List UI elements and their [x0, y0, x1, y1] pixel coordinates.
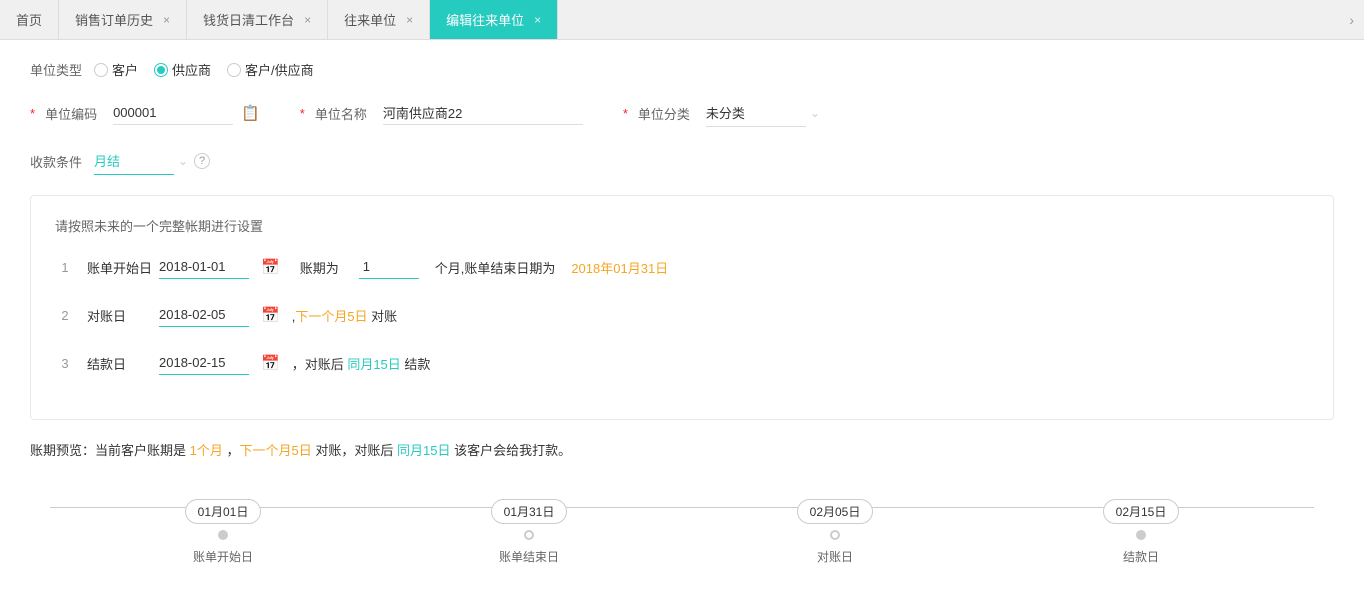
radio-both[interactable]: 客户/供应商 [227, 60, 314, 79]
payment-row: 收款条件 月结 ⌄ ? [30, 147, 1334, 175]
reconcile-date-calendar-icon[interactable]: 📅 [261, 306, 280, 324]
row-number-1: 1 [55, 260, 75, 275]
code-input[interactable] [113, 101, 233, 125]
row-label-3: 结款日 [87, 354, 147, 373]
code-field-group: * 单位编码 📋 [30, 101, 260, 125]
row-number-2: 2 [55, 308, 75, 323]
timeline-date-4: 02月15日 [1103, 499, 1180, 524]
tab-home[interactable]: 首页 [0, 0, 59, 39]
reconcile-hint: ,下一个月5日 对账 [292, 306, 397, 325]
timeline-point-3: 02月05日 对账日 [682, 499, 988, 565]
timeline-point-4: 02月15日 结款日 [988, 499, 1294, 565]
setting-row-2: 2 对账日 📅 ,下一个月5日 对账 [55, 303, 1309, 327]
code-required: * [30, 106, 35, 121]
unit-type-radio-group: 客户 供应商 客户/供应商 [94, 60, 314, 79]
code-name-category-row: * 单位编码 📋 * 单位名称 * 单位分类 未分类 ⌄ [30, 99, 1334, 127]
tab-close-cash-work[interactable]: × [304, 13, 311, 27]
timeline-dot-1 [218, 530, 228, 540]
timeline-dot-3 [830, 530, 840, 540]
preview-after: 该客户会给我打款。 [454, 443, 571, 458]
tab-close-sales-history[interactable]: × [163, 13, 170, 27]
category-field-group: * 单位分类 未分类 ⌄ [623, 99, 820, 127]
radio-label-customer: 客户 [112, 60, 138, 79]
timeline-label-4: 结款日 [1123, 548, 1159, 565]
tab-cash-work[interactable]: 钱货日清工作台 × [187, 0, 328, 39]
settings-box: 请按照未来的一个完整帐期进行设置 1 账单开始日 📅 账期为 个月,账单结束日期… [30, 195, 1334, 420]
timeline-label-2: 账单结束日 [499, 548, 559, 565]
name-field-group: * 单位名称 [300, 101, 583, 125]
timeline-point-2: 01月31日 账单结束日 [376, 499, 682, 565]
tabs-bar: 首页 销售订单历史 × 钱货日清工作台 × 往来单位 × 编辑往来单位 × › [0, 0, 1364, 40]
tab-counterparty[interactable]: 往来单位 × [328, 0, 430, 39]
name-input[interactable] [383, 101, 583, 125]
timeline-container: 01月01日 账单开始日 01月31日 账单结束日 02月05日 对账日 02月… [50, 489, 1314, 565]
radio-supplier[interactable]: 供应商 [154, 60, 211, 79]
timeline-date-2: 01月31日 [491, 499, 568, 524]
end-date-display: 2018年01月31日 [571, 258, 668, 277]
name-required: * [300, 106, 305, 121]
tab-close-counterparty[interactable]: × [406, 13, 413, 27]
payment-date-input[interactable] [159, 351, 249, 375]
category-chevron-icon: ⌄ [810, 106, 820, 120]
tab-edit-counterparty[interactable]: 编辑往来单位 × [430, 0, 558, 39]
radio-circle-both [227, 63, 241, 77]
preview-middle: ，下一个月5日 对账，对账后 同月15日 [227, 443, 451, 458]
category-value: 未分类 [706, 99, 806, 127]
payment-label: 收款条件 [30, 152, 82, 171]
tab-sales-history[interactable]: 销售订单历史 × [59, 0, 187, 39]
payment-value: 月结 [94, 147, 174, 175]
timeline-label-3: 对账日 [817, 548, 853, 565]
code-label: 单位编码 [45, 104, 97, 123]
timeline-label-1: 账单开始日 [193, 548, 253, 565]
setting-row-1: 1 账单开始日 📅 账期为 个月,账单结束日期为 2018年01月31日 [55, 255, 1309, 279]
radio-label-supplier: 供应商 [172, 60, 211, 79]
timeline-dot-2 [524, 530, 534, 540]
unit-type-row: 单位类型 客户 供应商 客户/供应商 [30, 60, 1334, 79]
period-unit: 个月,账单结束日期为 [435, 258, 556, 277]
unit-type-label: 单位类型 [30, 60, 82, 79]
name-label: 单位名称 [315, 104, 367, 123]
category-label: 单位分类 [638, 104, 690, 123]
tab-more-arrow[interactable]: › [1339, 0, 1364, 39]
code-copy-icon[interactable]: 📋 [241, 104, 260, 122]
category-required: * [623, 106, 628, 121]
payment-help-icon[interactable]: ? [194, 153, 210, 169]
row-label-1: 账单开始日 [87, 258, 147, 277]
timeline-point-1: 01月01日 账单开始日 [70, 499, 376, 565]
start-date-calendar-icon[interactable]: 📅 [261, 258, 280, 276]
radio-circle-customer [94, 63, 108, 77]
reconcile-date-input[interactable] [159, 303, 249, 327]
payment-hint: ，对账后 同月15日 结款 [292, 354, 431, 373]
preview-period: 1个月 [190, 443, 223, 458]
radio-circle-supplier [154, 63, 168, 77]
preview-text: 账期预览：当前客户账期是 1个月 ，下一个月5日 对账，对账后 同月15日 该客… [30, 440, 1334, 459]
period-input[interactable] [359, 255, 419, 279]
tab-close-edit-counterparty[interactable]: × [534, 13, 541, 27]
payment-select[interactable]: 月结 ⌄ [94, 147, 188, 175]
preview-before: 账期预览：当前客户账期是 [30, 443, 186, 458]
timeline-date-3: 02月05日 [797, 499, 874, 524]
row-label-2: 对账日 [87, 306, 147, 325]
payment-date-calendar-icon[interactable]: 📅 [261, 354, 280, 372]
setting-row-3: 3 结款日 📅 ，对账后 同月15日 结款 [55, 351, 1309, 375]
start-date-input[interactable] [159, 255, 249, 279]
timeline-dot-4 [1136, 530, 1146, 540]
timeline-date-1: 01月01日 [185, 499, 262, 524]
period-label: 账期为 [300, 258, 339, 277]
radio-label-both: 客户/供应商 [245, 60, 314, 79]
category-select[interactable]: 未分类 ⌄ [706, 99, 820, 127]
timeline-wrapper: 01月01日 账单开始日 01月31日 账单结束日 02月05日 对账日 02月… [30, 489, 1334, 565]
payment-chevron-icon: ⌄ [178, 154, 188, 168]
row-number-3: 3 [55, 356, 75, 371]
radio-customer[interactable]: 客户 [94, 60, 138, 79]
page-content: 单位类型 客户 供应商 客户/供应商 * 单位编码 📋 * 单位名称 [0, 40, 1364, 608]
settings-title: 请按照未来的一个完整帐期进行设置 [55, 216, 1309, 235]
